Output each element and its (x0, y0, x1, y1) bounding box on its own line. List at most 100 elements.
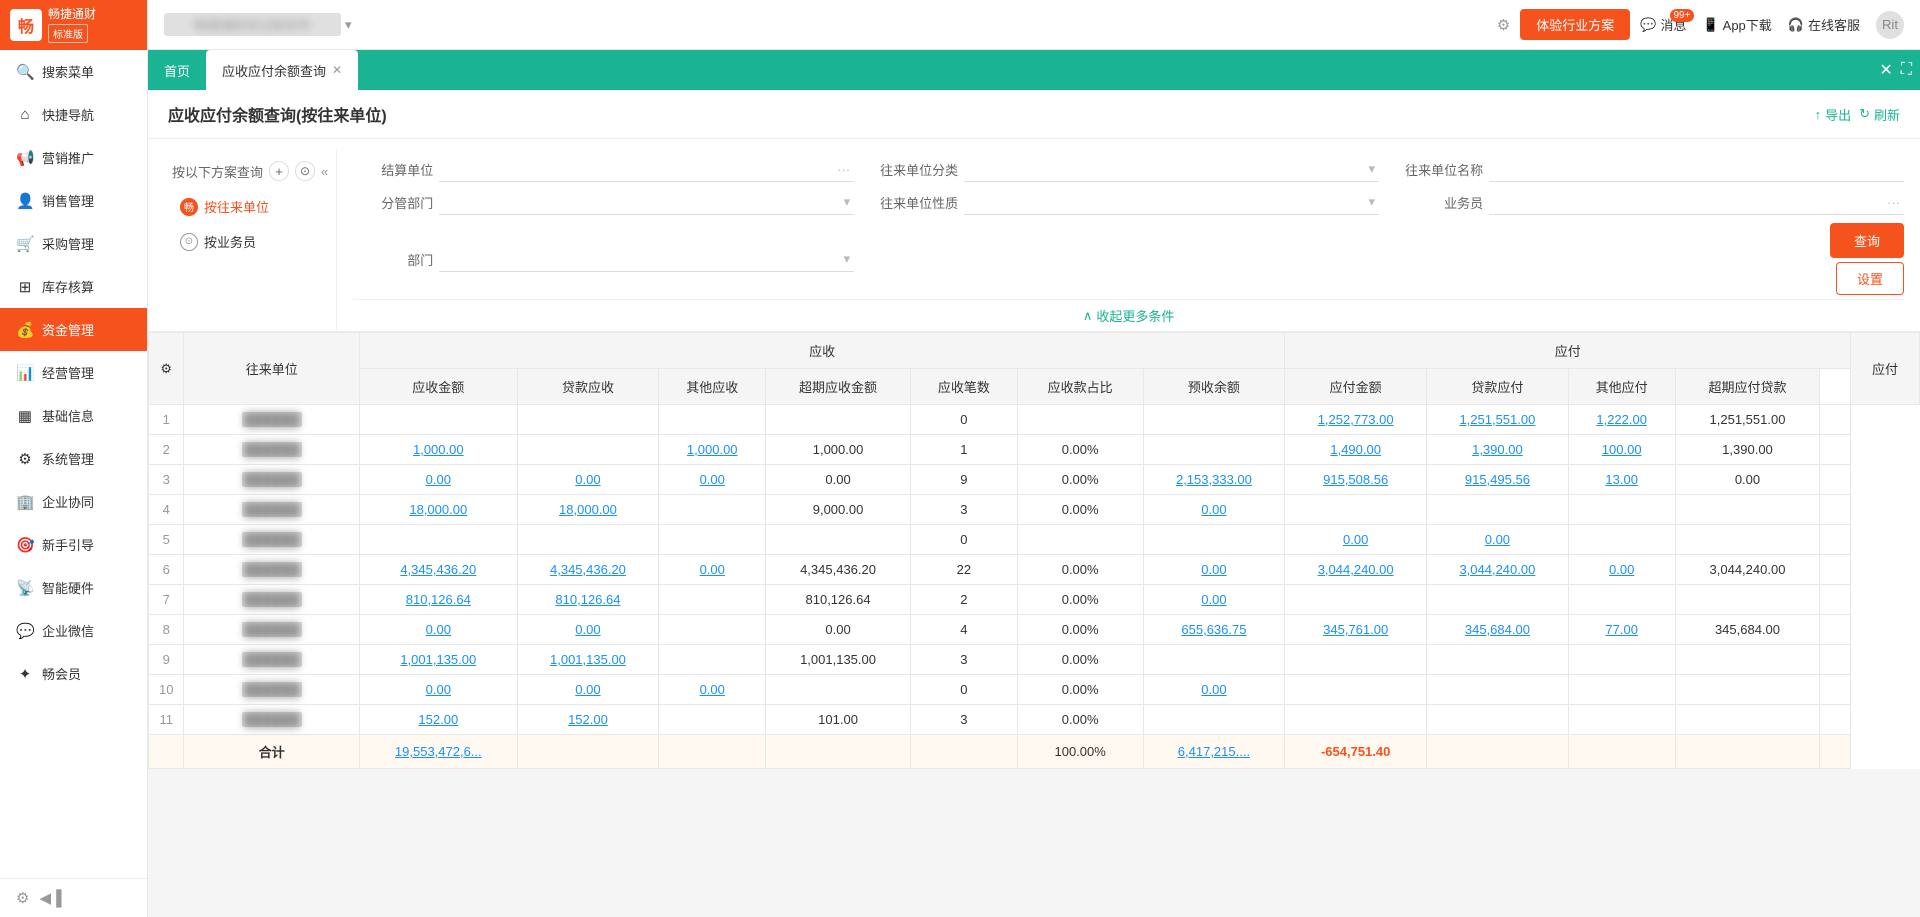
sidebar-label-system: 系统管理 (42, 449, 94, 468)
amount-link[interactable]: 3,044,240.00 (1459, 562, 1535, 577)
sidebar-item-base[interactable]: ▦ 基础信息 (0, 394, 147, 437)
topbar-online-service[interactable]: 🎧 在线客服 (1788, 15, 1860, 34)
query-button[interactable]: 查询 (1830, 223, 1904, 258)
filter-settings-btn[interactable]: ⊙ (295, 161, 315, 181)
amount-link[interactable]: 152.00 (568, 712, 608, 727)
sidebar-settings-btn[interactable]: ⚙ (16, 889, 29, 907)
amount-link[interactable]: 0.00 (426, 622, 451, 637)
amount-link[interactable]: 1,252,773.00 (1318, 412, 1394, 427)
filter-panel-bysales[interactable]: ⊙ 按业务员 (164, 224, 336, 259)
amount-link[interactable]: 345,684.00 (1465, 622, 1530, 637)
amount-link[interactable]: 0.00 (1201, 592, 1226, 607)
amount-link[interactable]: 655,636.75 (1181, 622, 1246, 637)
tabbar-close-btn[interactable]: ✕ (1879, 60, 1892, 80)
topbar-messages[interactable]: 💬 消息 99+ (1640, 15, 1686, 34)
sidebar-item-guide[interactable]: 🎯 新手引导 (0, 523, 147, 566)
amount-link[interactable]: 18,000.00 (409, 502, 467, 517)
amount-link[interactable]: 810,126.64 (406, 592, 471, 607)
sidebar-item-quicknav[interactable]: ⌂ 快捷导航 (0, 93, 147, 136)
sidebar-item-system[interactable]: ⚙ 系统管理 (0, 437, 147, 480)
amount-link[interactable]: 100.00 (1602, 442, 1642, 457)
amount-link[interactable]: 0.00 (1609, 562, 1634, 577)
filter-collapse-bar[interactable]: ∧ 收起更多条件 (353, 299, 1904, 331)
sidebar-item-finance[interactable]: 💰 资金管理 (0, 308, 147, 351)
sidebar-item-sales[interactable]: 👤 销售管理 (0, 179, 147, 222)
sidebar-item-management[interactable]: 📊 经营管理 (0, 351, 147, 394)
amount-link[interactable]: 0.00 (426, 682, 451, 697)
sidebar-label-purchase: 采购管理 (42, 234, 94, 253)
ar-advance: 655,636.75 (1143, 615, 1285, 645)
amount-link[interactable]: 152.00 (418, 712, 458, 727)
settlement-unit-input[interactable]: ··· (439, 158, 854, 182)
topbar-app-download[interactable]: 📱 App下载 (1702, 15, 1771, 34)
topbar-gear-icon[interactable]: ⚙ (1497, 16, 1510, 34)
dept-input[interactable]: ▾ (439, 247, 854, 272)
sidebar-item-member[interactable]: ✦ 畅会员 (0, 652, 147, 695)
amount-link[interactable]: 1,000.00 (687, 442, 738, 457)
amount-link[interactable]: 0.00 (700, 472, 725, 487)
amount-link[interactable]: 0.00 (700, 562, 725, 577)
amount-link[interactable]: 2,153,333.00 (1176, 472, 1252, 487)
amount-link[interactable]: 1,001,135.00 (400, 652, 476, 667)
sidebar-item-search[interactable]: 🔍 搜索菜单 (0, 50, 147, 93)
amount-link[interactable]: 4,345,436.20 (400, 562, 476, 577)
amount-link[interactable]: 915,508.56 (1323, 472, 1388, 487)
sidebar-item-purchase[interactable]: 🛒 采购管理 (0, 222, 147, 265)
amount-link[interactable]: 1,222.00 (1596, 412, 1647, 427)
amount-link[interactable]: 345,761.00 (1323, 622, 1388, 637)
filter-add-btn[interactable]: + (269, 161, 289, 181)
tabbar-expand-btn[interactable]: ⛶ (1901, 61, 1912, 79)
unit-name-input[interactable] (1489, 158, 1904, 182)
unit-category-input[interactable]: ▾ (964, 157, 1379, 182)
amount-link[interactable]: 18,000.00 (559, 502, 617, 517)
amount-link[interactable]: 13.00 (1605, 472, 1638, 487)
amount-link[interactable]: 0.00 (426, 472, 451, 487)
amount-link[interactable]: 0.00 (1343, 532, 1368, 547)
tab-close-icon[interactable]: ✕ (332, 63, 342, 77)
amount-link[interactable]: 4,345,436.20 (550, 562, 626, 577)
ap-credit: 915,495.56 (1427, 465, 1569, 495)
th-ar-credit: 贷款应收 (517, 369, 659, 405)
sidebar-item-wechat[interactable]: 💬 企业微信 (0, 609, 147, 652)
amount-link[interactable]: 1,251,551.00 (1459, 412, 1535, 427)
topbar-user-avatar[interactable]: Rit (1876, 11, 1904, 39)
amount-link[interactable]: 0.00 (1201, 682, 1226, 697)
ap-other (1568, 675, 1675, 705)
sidebar-item-hardware[interactable]: 📡 智能硬件 (0, 566, 147, 609)
amount-link[interactable]: 0.00 (575, 682, 600, 697)
amount-link[interactable]: 0.00 (575, 622, 600, 637)
department-input[interactable]: ▾ (439, 190, 854, 215)
amount-link[interactable]: 0.00 (1201, 502, 1226, 517)
amount-link[interactable]: 810,126.64 (555, 592, 620, 607)
sidebar-collapse-btn[interactable]: ◀▐ (39, 889, 61, 907)
amount-link[interactable]: 77.00 (1605, 622, 1638, 637)
ar-count: 3 (910, 495, 1017, 525)
amount-link[interactable]: 1,390.00 (1472, 442, 1523, 457)
amount-link[interactable]: 1,000.00 (413, 442, 464, 457)
amount-link[interactable]: 1,490.00 (1330, 442, 1381, 457)
amount-link[interactable]: 915,495.56 (1465, 472, 1530, 487)
refresh-btn[interactable]: ↻ 刷新 (1859, 105, 1900, 124)
sidebar-item-enterprise[interactable]: 🏢 企业协同 (0, 480, 147, 523)
amount-link[interactable]: 1,001,135.00 (550, 652, 626, 667)
sidebar-item-marketing[interactable]: 📢 营销推广 (0, 136, 147, 179)
tab-arquery[interactable]: 应收应付余额查询 ✕ (206, 50, 358, 90)
amount-link[interactable]: 0.00 (1201, 562, 1226, 577)
trial-btn[interactable]: 体验行业方案 (1520, 9, 1630, 40)
amount-link[interactable]: 0.00 (575, 472, 600, 487)
table-container[interactable]: ⚙ 往来单位 应收 应付 应付 应收金额 贷款应收 其他应收 超期应收金额 应收… (148, 332, 1920, 917)
filter-panel-byunit[interactable]: 畅 按往来单位 (164, 189, 336, 224)
th-settings[interactable]: ⚙ (149, 333, 184, 405)
amount-link[interactable]: 3,044,240.00 (1318, 562, 1394, 577)
amount-link[interactable]: 0.00 (700, 682, 725, 697)
ap-amount: 0.00 (1285, 525, 1427, 555)
th-ar-overdue: 超期应收金额 (766, 369, 911, 405)
unit-nature-input[interactable]: ▾ (964, 190, 1379, 215)
sidebar-item-inventory[interactable]: ⊞ 库存核算 (0, 265, 147, 308)
settings-button[interactable]: 设置 (1836, 262, 1904, 295)
export-btn[interactable]: ↑ 导出 (1815, 105, 1852, 124)
amount-link[interactable]: 0.00 (1485, 532, 1510, 547)
tab-home[interactable]: 首页 (148, 50, 206, 90)
filter-collapse-left-btn[interactable]: « (321, 164, 328, 179)
salesperson-input[interactable]: ··· (1489, 191, 1904, 215)
